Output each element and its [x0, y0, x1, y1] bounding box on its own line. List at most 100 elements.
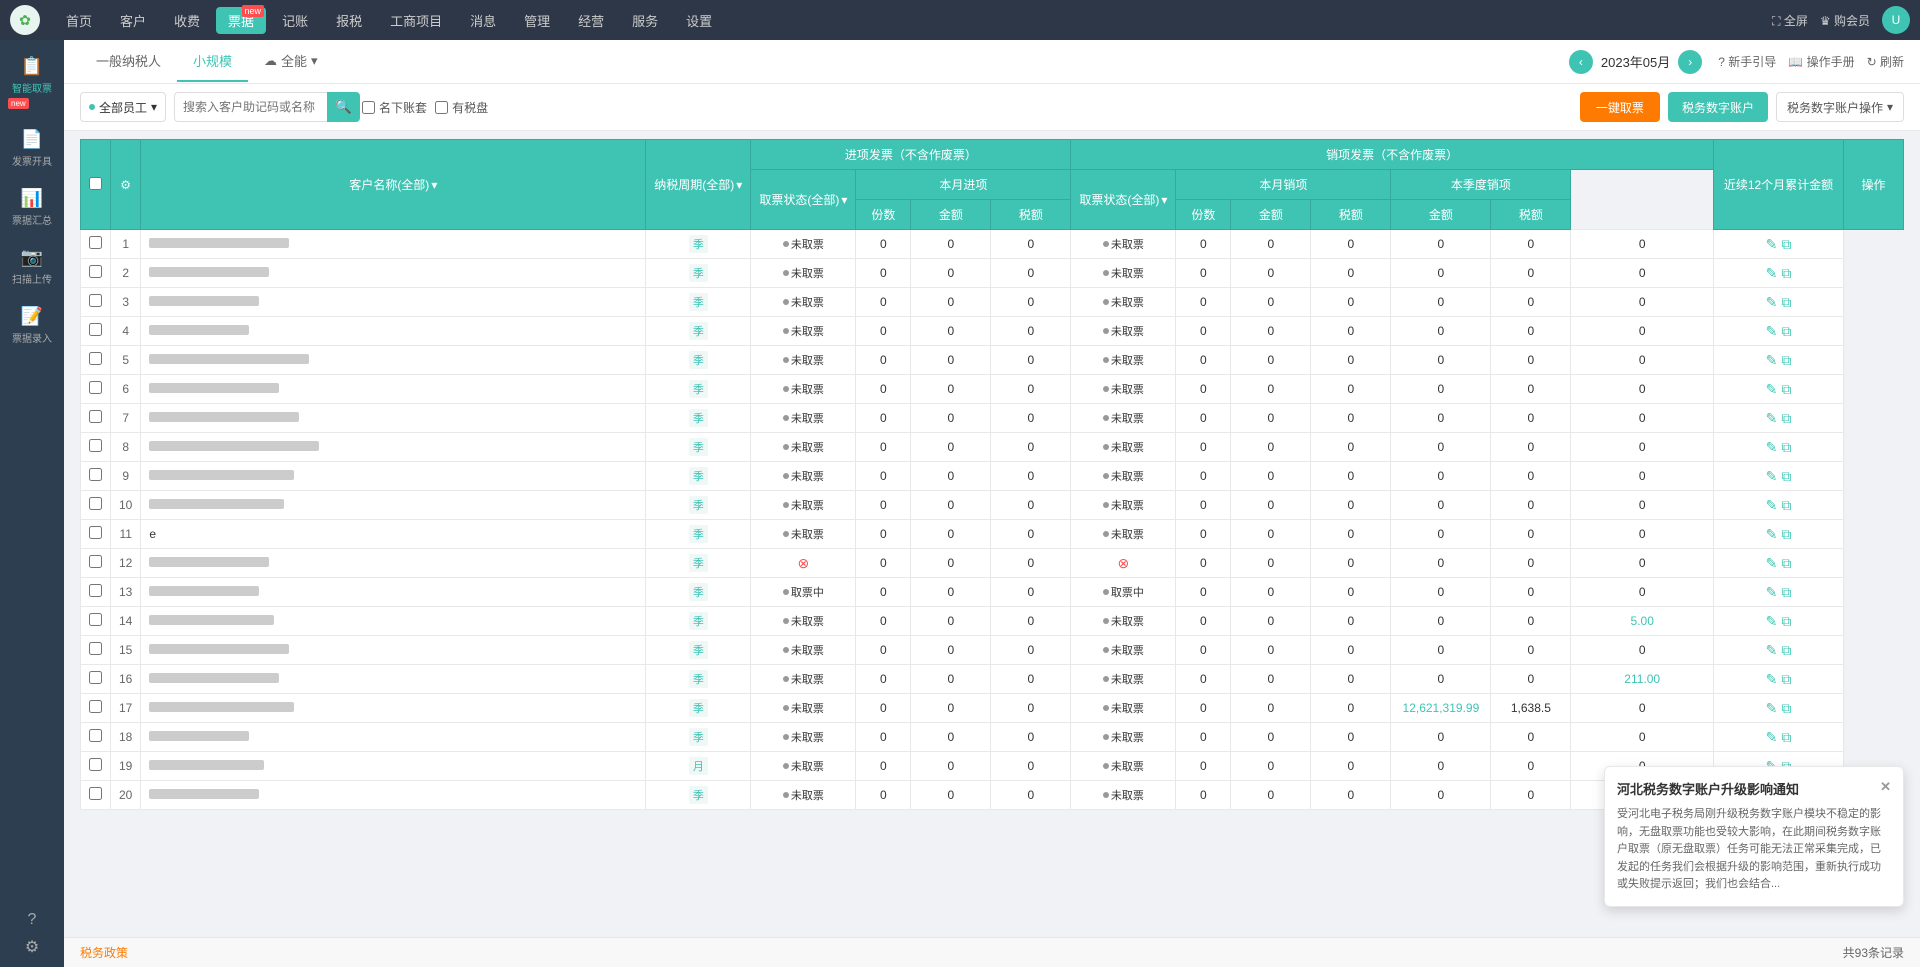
nav-service[interactable]: 服务	[620, 7, 670, 34]
copy-icon[interactable]: ⧉	[1781, 236, 1791, 253]
employee-select[interactable]: 全部员工 ▾	[80, 92, 166, 122]
edit-icon[interactable]: ✎	[1766, 555, 1778, 572]
next-month-button[interactable]: ›	[1678, 50, 1702, 74]
edit-icon[interactable]: ✎	[1766, 584, 1778, 601]
copy-icon[interactable]: ⧉	[1781, 265, 1791, 282]
fullscreen-button[interactable]: ⛶ 全屏	[1772, 12, 1808, 29]
copy-icon[interactable]: ⧉	[1781, 439, 1791, 456]
notification-close-button[interactable]: ✕	[1880, 779, 1891, 798]
nav-business[interactable]: 工商项目	[378, 7, 454, 34]
edit-icon[interactable]: ✎	[1766, 468, 1778, 485]
sidebar-item-smart-fetch[interactable]: 📋 智能取票 new	[2, 48, 62, 117]
period-filter-icon[interactable]: ▾	[736, 178, 742, 192]
row-checkbox[interactable]	[89, 323, 102, 336]
nav-operation[interactable]: 经营	[566, 7, 616, 34]
nav-bookkeeping[interactable]: 记账	[270, 7, 320, 34]
copy-icon[interactable]: ⧉	[1781, 613, 1791, 630]
policy-link[interactable]: 税务政策	[80, 944, 128, 961]
nav-home[interactable]: 首页	[54, 7, 104, 34]
row-checkbox[interactable]	[89, 468, 102, 481]
copy-icon[interactable]: ⧉	[1781, 584, 1791, 601]
tab-all-capable[interactable]: ☁ 全能 ▾	[248, 41, 334, 82]
nav-message[interactable]: 消息	[458, 7, 508, 34]
manual-link[interactable]: 📖 操作手册	[1788, 53, 1854, 70]
help-icon[interactable]: ?	[28, 911, 37, 929]
row-checkbox[interactable]	[89, 410, 102, 423]
row-checkbox[interactable]	[89, 758, 102, 771]
edit-icon[interactable]: ✎	[1766, 410, 1778, 427]
digital-account-button[interactable]: 税务数字账户	[1668, 92, 1768, 122]
edit-icon[interactable]: ✎	[1766, 729, 1778, 746]
in-status-filter-icon[interactable]: ▾	[841, 193, 847, 207]
edit-icon[interactable]: ✎	[1766, 642, 1778, 659]
row-checkbox[interactable]	[89, 265, 102, 278]
refresh-link[interactable]: ↻ 刷新	[1867, 53, 1904, 70]
edit-icon[interactable]: ✎	[1766, 439, 1778, 456]
nav-tax[interactable]: 报税	[324, 7, 374, 34]
copy-icon[interactable]: ⧉	[1781, 526, 1791, 543]
edit-icon[interactable]: ✎	[1766, 671, 1778, 688]
settings-icon[interactable]: ⚙	[25, 937, 39, 957]
nav-settings[interactable]: 设置	[674, 7, 724, 34]
copy-icon[interactable]: ⧉	[1781, 468, 1791, 485]
nav-customer[interactable]: 客户	[108, 7, 158, 34]
digital-account-ops-button[interactable]: 税务数字账户操作 ▾	[1776, 92, 1904, 122]
row-checkbox[interactable]	[89, 729, 102, 742]
nav-billing[interactable]: 收费	[162, 7, 212, 34]
row-checkbox[interactable]	[89, 613, 102, 626]
one-click-fetch-button[interactable]: 一键取票	[1580, 92, 1660, 122]
copy-icon[interactable]: ⧉	[1781, 352, 1791, 369]
user-avatar[interactable]: U	[1882, 6, 1910, 34]
copy-icon[interactable]: ⧉	[1781, 671, 1791, 688]
edit-icon[interactable]: ✎	[1766, 323, 1778, 340]
copy-icon[interactable]: ⧉	[1781, 497, 1791, 514]
edit-icon[interactable]: ✎	[1766, 497, 1778, 514]
copy-icon[interactable]: ⧉	[1781, 323, 1791, 340]
out-status-filter-icon[interactable]: ▾	[1161, 193, 1167, 207]
row-checkbox[interactable]	[89, 555, 102, 568]
copy-icon[interactable]: ⧉	[1781, 729, 1791, 746]
edit-icon[interactable]: ✎	[1766, 265, 1778, 282]
row-checkbox[interactable]	[89, 294, 102, 307]
edit-icon[interactable]: ✎	[1766, 352, 1778, 369]
row-checkbox[interactable]	[89, 497, 102, 510]
copy-icon[interactable]: ⧉	[1781, 381, 1791, 398]
row-checkbox[interactable]	[89, 439, 102, 452]
row-checkbox[interactable]	[89, 671, 102, 684]
edit-icon[interactable]: ✎	[1766, 700, 1778, 717]
sidebar-item-entry[interactable]: 📝 票据录入	[2, 298, 62, 353]
edit-icon[interactable]: ✎	[1766, 613, 1778, 630]
tab-general-taxpayer[interactable]: 一般纳税人	[80, 41, 177, 82]
edit-icon[interactable]: ✎	[1766, 236, 1778, 253]
nav-invoice[interactable]: 票据 new	[216, 7, 266, 34]
guide-link[interactable]: ? 新手引导	[1718, 53, 1776, 70]
row-checkbox[interactable]	[89, 700, 102, 713]
select-all-checkbox[interactable]	[89, 177, 102, 190]
search-button[interactable]: 🔍	[327, 92, 360, 122]
copy-icon[interactable]: ⧉	[1781, 700, 1791, 717]
edit-icon[interactable]: ✎	[1766, 294, 1778, 311]
row-checkbox[interactable]	[89, 381, 102, 394]
copy-icon[interactable]: ⧉	[1781, 642, 1791, 659]
account-checkbox-input[interactable]	[362, 101, 375, 114]
tab-small-scale[interactable]: 小规模	[177, 41, 248, 82]
row-checkbox[interactable]	[89, 787, 102, 800]
taxdisk-checkbox-input[interactable]	[435, 101, 448, 114]
prev-month-button[interactable]: ‹	[1569, 50, 1593, 74]
member-button[interactable]: ♛ 购会员	[1820, 12, 1870, 29]
row-checkbox[interactable]	[89, 642, 102, 655]
sidebar-item-summary[interactable]: 📊 票据汇总	[2, 180, 62, 235]
sidebar-item-open-invoice[interactable]: 📄 发票开具	[2, 121, 62, 176]
row-checkbox[interactable]	[89, 584, 102, 597]
edit-icon[interactable]: ✎	[1766, 526, 1778, 543]
row-checkbox[interactable]	[89, 526, 102, 539]
search-input[interactable]	[183, 100, 323, 114]
edit-icon[interactable]: ✎	[1766, 381, 1778, 398]
row-checkbox[interactable]	[89, 236, 102, 249]
taxdisk-filter-checkbox[interactable]: 有税盘	[435, 99, 488, 116]
copy-icon[interactable]: ⧉	[1781, 294, 1791, 311]
copy-icon[interactable]: ⧉	[1781, 410, 1791, 427]
nav-admin[interactable]: 管理	[512, 7, 562, 34]
account-filter-checkbox[interactable]: 名下账套	[362, 99, 427, 116]
name-filter-icon[interactable]: ▾	[431, 178, 437, 192]
